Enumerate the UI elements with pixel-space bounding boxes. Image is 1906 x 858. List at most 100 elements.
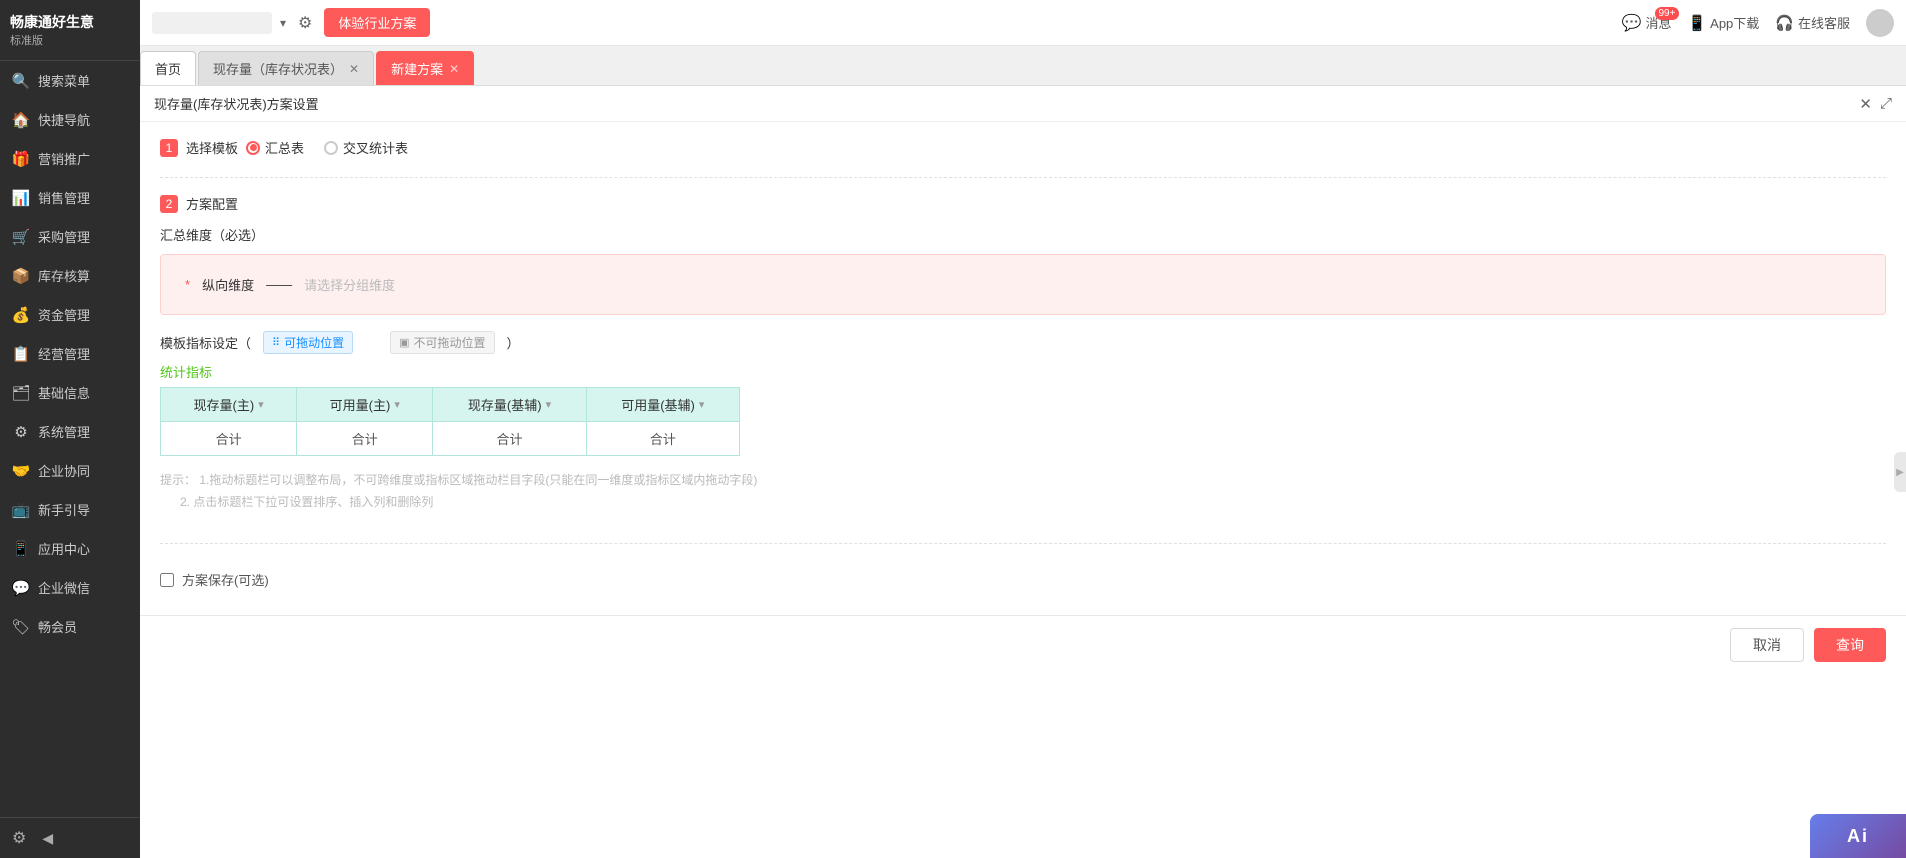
panel-close-icon[interactable]: ✕ <box>1859 95 1872 113</box>
logo-subtitle: 标准版 <box>10 32 130 48</box>
footer-settings-icon[interactable]: ⚙ <box>12 828 26 848</box>
save-checkbox[interactable] <box>160 573 174 587</box>
sidebar-item-finance[interactable]: 💰 资金管理 <box>0 295 140 334</box>
edge-icon: ▶ <box>1895 467 1906 478</box>
step2-header: 2 方案配置 <box>160 194 1886 213</box>
panel-expand-icon[interactable]: ⤢ <box>1880 95 1892 113</box>
sidebar-item-quick-nav[interactable]: 🏠 快捷导航 <box>0 100 140 139</box>
topbar-online-service[interactable]: 🎧 在线客服 <box>1775 13 1850 32</box>
operations-icon: 📋 <box>12 345 30 363</box>
ai-floating-button[interactable]: Ai <box>1810 814 1906 858</box>
sidebar-item-inventory[interactable]: 📦 库存核算 <box>0 256 140 295</box>
inventory-icon: 📦 <box>12 267 30 285</box>
stat-col-header-3[interactable]: 现存量(基辅) ▾ <box>433 388 586 422</box>
sidebar-item-basic-info[interactable]: 🗂 基础信息 <box>0 373 140 412</box>
sidebar-item-app-center[interactable]: 📱 应用中心 <box>0 529 140 568</box>
topbar-message[interactable]: 💬 消息 99+ <box>1622 13 1672 33</box>
footer-collapse-icon[interactable]: ◀ <box>42 830 53 847</box>
hints-title-text: 提示： <box>160 473 196 487</box>
cancel-button[interactable]: 取消 <box>1730 628 1804 662</box>
sidebar-item-operations[interactable]: 📋 经营管理 <box>0 334 140 373</box>
sidebar-footer: ⚙ ◀ <box>0 817 140 858</box>
stat-col-header-1[interactable]: 现存量(主) ▾ <box>161 388 297 422</box>
sidebar-item-search-menu[interactable]: 🔍 搜索菜单 <box>0 61 140 100</box>
sidebar-item-label: 畅会员 <box>38 617 77 636</box>
stat-table-header-row: 现存量(主) ▾ 可用量(主) ▾ <box>161 388 740 422</box>
topbar-right: 💬 消息 99+ 📱 App下载 🎧 在线客服 <box>1622 9 1894 37</box>
tag-not-draggable: ▣ 不可拖动位置 <box>390 331 494 354</box>
logo-title: 畅康通好生意 <box>10 12 130 32</box>
step1-label: 选择模板 <box>186 138 238 157</box>
col3-dropdown-icon[interactable]: ▾ <box>546 398 552 411</box>
sidebar-item-label: 新手引导 <box>38 500 90 519</box>
avatar[interactable] <box>1866 9 1894 37</box>
topbar-search-input[interactable] <box>152 12 272 34</box>
not-draggable-label: 不可拖动位置 <box>414 334 486 351</box>
topbar-app-download[interactable]: 📱 App下载 <box>1687 13 1759 32</box>
col3-label: 现存量(基辅) <box>468 395 542 414</box>
tab-home[interactable]: 首页 <box>140 51 196 85</box>
basic-info-icon: 🗂 <box>12 384 30 402</box>
step1-radio-group: 汇总表 交叉统计表 <box>246 138 408 157</box>
hint-2: 2. 点击标题栏下拉可设置排序、插入列和删除列 <box>180 492 1886 514</box>
settings-page: 1 选择模板 汇总表 交叉统计表 <box>140 122 1906 615</box>
stat-section-label: 统计指标 <box>160 362 1886 381</box>
radio-cross[interactable]: 交叉统计表 <box>324 138 408 157</box>
dimension-placeholder: 请选择分组维度 <box>304 275 395 294</box>
content-area: 现存量(库存状况表)方案设置 ✕ ⤢ 1 选择模板 汇总表 <box>140 86 1906 858</box>
dimension-area[interactable]: * 纵向维度 —— 请选择分组维度 <box>160 254 1886 315</box>
tab-inventory-close[interactable]: ✕ <box>349 62 359 76</box>
tab-new-plan-close[interactable]: ✕ <box>449 62 459 76</box>
col2-dropdown-icon[interactable]: ▾ <box>394 398 400 411</box>
online-service-label: 在线客服 <box>1798 13 1850 32</box>
sidebar-item-new-guide[interactable]: 📺 新手引导 <box>0 490 140 529</box>
stat-cell-1-2: 合计 <box>297 422 433 456</box>
sidebar-item-purchase[interactable]: 🛒 采购管理 <box>0 217 140 256</box>
col4-dropdown-icon[interactable]: ▾ <box>699 398 705 411</box>
sidebar-item-marketing[interactable]: 🎁 营销推广 <box>0 139 140 178</box>
radio-summary-circle <box>246 141 260 155</box>
not-drag-icon: ▣ <box>399 336 409 349</box>
save-row: 方案保存(可选) <box>160 560 1886 599</box>
col1-label: 现存量(主) <box>193 395 254 414</box>
tab-new-plan[interactable]: 新建方案 ✕ <box>376 51 474 85</box>
sidebar-item-enterprise[interactable]: 🤝 企业协同 <box>0 451 140 490</box>
hint-1: 1.拖动标题栏可以调整布局，不可跨维度或指标区域拖动栏目字段(只能在同一维度或指… <box>199 473 757 487</box>
radio-summary[interactable]: 汇总表 <box>246 138 304 157</box>
wechat-icon: 💬 <box>12 579 30 597</box>
save-divider <box>160 543 1886 544</box>
indicator-config-label: 模板指标设定（ ⠿ 可拖动位置 ▣ 不可拖动位置 ） <box>160 331 1886 354</box>
topbar-settings-icon[interactable]: ⚙ <box>298 13 312 33</box>
stat-col-header-2[interactable]: 可用量(主) ▾ <box>297 388 433 422</box>
sidebar-item-vip[interactable]: 🏷 畅会员 <box>0 607 140 646</box>
sidebar-item-label: 系统管理 <box>38 422 90 441</box>
query-button[interactable]: 查询 <box>1814 628 1886 662</box>
sidebar-item-label: 销售管理 <box>38 188 90 207</box>
headset-icon: 🎧 <box>1775 14 1794 32</box>
sidebar-item-system[interactable]: ⚙ 系统管理 <box>0 412 140 451</box>
dimension-row: * 纵向维度 —— 请选择分组维度 <box>185 275 1861 294</box>
step2-label: 方案配置 <box>186 194 238 213</box>
sidebar-item-wechat[interactable]: 💬 企业微信 <box>0 568 140 607</box>
panel-header: 现存量(库存状况表)方案设置 ✕ ⤢ <box>140 86 1906 122</box>
step2-block: 2 方案配置 汇总维度（必选） * 纵向维度 —— 请选择分组维度 <box>160 194 1886 523</box>
tab-inventory-status[interactable]: 现存量（库存状况表） ✕ <box>198 51 374 85</box>
topbar-dropdown-button[interactable]: ▾ <box>280 16 286 30</box>
tab-new-plan-label: 新建方案 <box>391 59 443 78</box>
indicator-config: 模板指标设定（ ⠿ 可拖动位置 ▣ 不可拖动位置 ） <box>160 331 1886 456</box>
sidebar-item-sales[interactable]: 📊 销售管理 <box>0 178 140 217</box>
col1-dropdown-icon[interactable]: ▾ <box>258 398 264 411</box>
hints: 提示： 1.拖动标题栏可以调整布局，不可跨维度或指标区域拖动栏目字段(只能在同一… <box>160 470 1886 513</box>
topbar: ▾ ⚙ 体验行业方案 💬 消息 99+ 📱 App下载 🎧 在线客服 <box>140 0 1906 46</box>
tab-inventory-label: 现存量（库存状况表） <box>213 59 343 78</box>
sidebar-logo: 畅康通好生意 标准版 <box>0 0 140 61</box>
topbar-trial-button[interactable]: 体验行业方案 <box>324 8 430 37</box>
step1-block: 1 选择模板 汇总表 交叉统计表 <box>160 138 1886 157</box>
step1-num: 1 <box>160 139 178 157</box>
stat-table-row: 合计 合计 合计 合计 <box>161 422 740 456</box>
panel-title: 现存量(库存状况表)方案设置 <box>154 94 319 113</box>
right-edge-handle[interactable]: ▶ <box>1894 452 1906 492</box>
new-guide-icon: 📺 <box>12 501 30 519</box>
chat-icon: 💬 <box>1622 13 1642 33</box>
stat-col-header-4[interactable]: 可用量(基辅) ▾ <box>586 388 739 422</box>
